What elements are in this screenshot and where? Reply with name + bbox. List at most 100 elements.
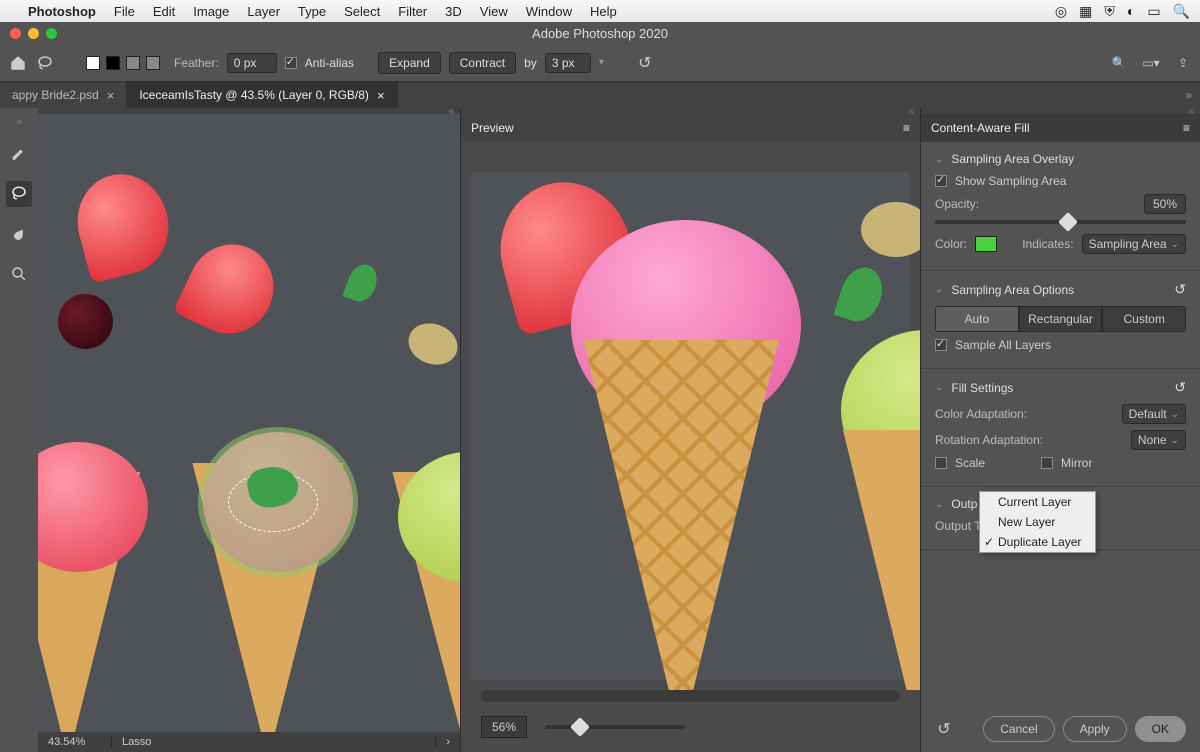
lasso-tool-icon[interactable] <box>6 181 32 207</box>
content-aware-fill-panel: « Content-Aware Fill ≡ ⌄Sampling Area Ov… <box>920 108 1200 752</box>
contract-button[interactable]: Contract <box>449 52 516 74</box>
amount-dropdown-icon[interactable]: ▾ <box>599 57 604 68</box>
mode-rect[interactable]: Rectangular <box>1019 306 1103 332</box>
menu-file[interactable]: File <box>114 4 135 19</box>
feather-input[interactable]: 0 px <box>227 53 277 73</box>
preview-zoom-input[interactable]: 56% <box>481 716 527 738</box>
sample-all-checkbox[interactable] <box>935 339 947 351</box>
menu-edit[interactable]: Edit <box>153 4 175 19</box>
overlay-color-swatch[interactable] <box>975 236 997 252</box>
intersect-selection-icon[interactable] <box>146 56 160 70</box>
status-zoom[interactable]: 43.54% <box>38 736 112 748</box>
tab-active[interactable]: IceceamIsTasty @ 43.5% (Layer 0, RGB/8) … <box>127 82 397 108</box>
preview-scrollbar[interactable] <box>481 690 900 702</box>
mirror-checkbox[interactable] <box>1041 457 1053 469</box>
battery-icon[interactable]: ▭ <box>1147 3 1160 20</box>
app-window: Adobe Photoshop 2020 Feather: 0 px Anti-… <box>0 22 1200 752</box>
tray-icon[interactable]: ▦ <box>1079 3 1092 20</box>
slider-thumb-icon[interactable] <box>1058 212 1078 232</box>
panel-menu-icon[interactable]: ≡ <box>1183 121 1190 135</box>
menu-3d[interactable]: 3D <box>445 4 462 19</box>
opacity-input[interactable]: 50% <box>1144 194 1186 214</box>
chevron-down-icon[interactable]: ⌄ <box>935 382 943 393</box>
antialias-checkbox[interactable] <box>285 57 297 69</box>
reset-icon[interactable]: ↺ <box>1174 379 1186 396</box>
zoom-tool-icon[interactable] <box>6 261 32 287</box>
document-tabs: appy Bride2.psd × IceceamIsTasty @ 43.5%… <box>0 82 1200 108</box>
image-cherry <box>58 294 113 349</box>
share-icon[interactable]: ⇪ <box>1174 54 1192 72</box>
by-label: by <box>524 56 537 70</box>
sec-fill-label: Fill Settings <box>951 381 1013 395</box>
subtract-selection-icon[interactable] <box>126 56 140 70</box>
toolbar-collapse-icon[interactable]: » <box>16 116 22 127</box>
mode-custom[interactable]: Custom <box>1102 306 1186 332</box>
rotation-dropdown[interactable]: None⌄ <box>1131 430 1186 450</box>
tab-overflow-icon[interactable]: » <box>1177 82 1200 108</box>
menu-filter[interactable]: Filter <box>398 4 427 19</box>
mac-menu-bar: Photoshop File Edit Image Layer Type Sel… <box>0 0 1200 22</box>
chevron-down-icon[interactable]: ⌄ <box>935 154 943 165</box>
menu-view[interactable]: View <box>480 4 508 19</box>
sample-all-label: Sample All Layers <box>955 338 1051 352</box>
reset-icon[interactable]: ↺ <box>1174 281 1186 298</box>
reset-icon[interactable]: ↺ <box>935 720 953 738</box>
scale-checkbox[interactable] <box>935 457 947 469</box>
home-icon[interactable] <box>8 54 28 72</box>
dropdown-option-selected[interactable]: Duplicate Layer <box>980 532 1095 552</box>
output-dropdown[interactable]: Current Layer New Layer Duplicate Layer <box>979 491 1096 553</box>
amount-input[interactable]: 3 px <box>545 53 591 73</box>
panel-menu-icon[interactable]: ≡ <box>903 121 910 135</box>
slider-thumb-icon[interactable] <box>570 717 590 737</box>
selection-mode-icons[interactable] <box>86 56 160 70</box>
menu-help[interactable]: Help <box>590 4 617 19</box>
mac-status-icons: ◎ ▦ ⛨ ◐ ▭ 🔍 <box>1055 3 1190 20</box>
dropdown-option[interactable]: New Layer <box>980 512 1095 532</box>
status-bar: 43.54% Lasso › <box>38 732 460 752</box>
zoom-slider[interactable] <box>545 725 685 729</box>
ok-button[interactable]: OK <box>1135 716 1186 742</box>
hand-tool-icon[interactable] <box>6 221 32 247</box>
menu-type[interactable]: Type <box>298 4 326 19</box>
reset-icon[interactable]: ↺ <box>636 54 654 72</box>
menu-layer[interactable]: Layer <box>247 4 280 19</box>
indicates-dropdown[interactable]: Sampling Area⌄ <box>1082 234 1186 254</box>
new-selection-icon[interactable] <box>86 56 100 70</box>
search-bar-icon[interactable]: 🔍 <box>1110 54 1128 72</box>
mode-auto[interactable]: Auto <box>935 306 1019 332</box>
menu-image[interactable]: Image <box>193 4 229 19</box>
add-selection-icon[interactable] <box>106 56 120 70</box>
brush-tool-icon[interactable] <box>6 141 32 167</box>
color-adapt-dropdown[interactable]: Default⌄ <box>1122 404 1186 424</box>
apply-button[interactable]: Apply <box>1063 716 1127 742</box>
preview-title: Preview <box>471 121 514 135</box>
tab-close-icon[interactable]: × <box>107 88 115 103</box>
status-caret-icon[interactable]: › <box>436 736 460 748</box>
moon-icon[interactable]: ◐ <box>1127 3 1135 20</box>
expand-button[interactable]: Expand <box>378 52 441 74</box>
search-icon[interactable]: 🔍 <box>1173 3 1190 20</box>
status-tool[interactable]: Lasso <box>112 736 436 748</box>
canvas-area[interactable]: « <box>38 108 460 752</box>
menu-app[interactable]: Photoshop <box>28 4 96 19</box>
chevron-down-icon[interactable]: ⌄ <box>935 284 943 295</box>
menu-select[interactable]: Select <box>344 4 380 19</box>
cancel-button[interactable]: Cancel <box>983 716 1054 742</box>
options-bar: Feather: 0 px Anti-alias Expand Contract… <box>0 44 1200 82</box>
lasso-tool-icon[interactable] <box>36 54 54 72</box>
opacity-slider[interactable] <box>935 220 1186 224</box>
shield-icon[interactable]: ⛨ <box>1104 3 1115 20</box>
chevron-down-icon[interactable]: ⌄ <box>935 499 943 510</box>
opacity-label: Opacity: <box>935 197 979 211</box>
preview-canvas[interactable] <box>461 142 920 690</box>
show-sampling-checkbox[interactable] <box>935 175 947 187</box>
tab-close-icon[interactable]: × <box>377 88 385 103</box>
workspace-icon[interactable]: ▭▾ <box>1142 54 1160 72</box>
document-canvas[interactable] <box>38 114 460 732</box>
menu-window[interactable]: Window <box>526 4 572 19</box>
tab-active-label: IceceamIsTasty @ 43.5% (Layer 0, RGB/8) <box>139 88 369 102</box>
tab-inactive[interactable]: appy Bride2.psd × <box>0 82 127 108</box>
cc-icon[interactable]: ◎ <box>1055 3 1067 20</box>
rotation-label: Rotation Adaptation: <box>935 433 1043 447</box>
dropdown-option[interactable]: Current Layer <box>980 492 1095 512</box>
